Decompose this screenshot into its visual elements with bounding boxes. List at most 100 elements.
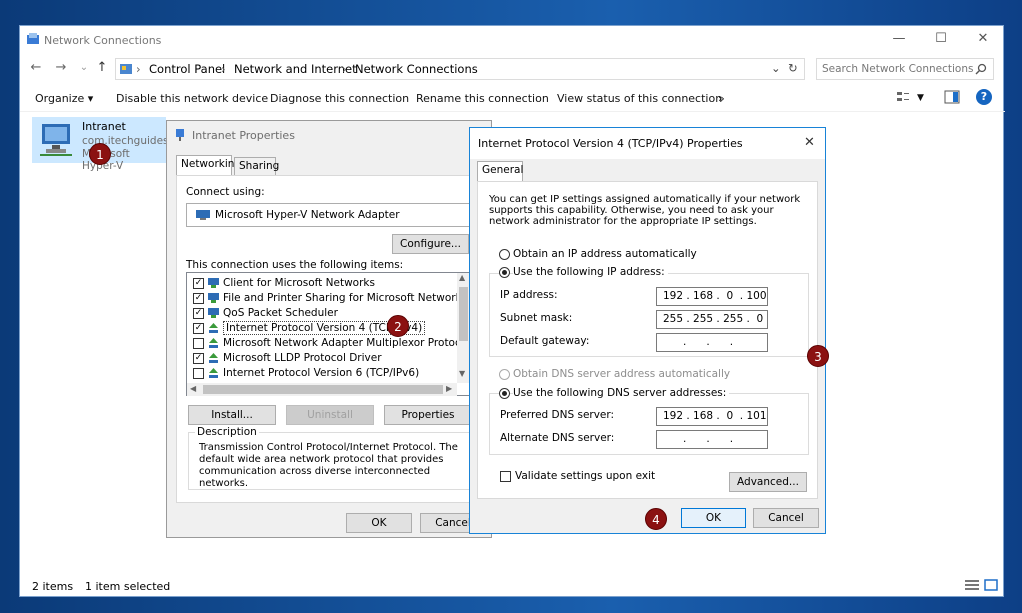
large-icons-view-icon[interactable] — [984, 579, 998, 591]
components-list: ✓ Client for Microsoft Networks ✓ File and… — [186, 272, 470, 396]
cancel-button[interactable]: Cancel — [753, 508, 819, 528]
tab-networking[interactable]: Networking — [176, 155, 241, 175]
checkbox[interactable] — [193, 338, 204, 349]
back-button[interactable]: ← — [28, 60, 44, 76]
advanced-button[interactable]: Advanced... — [729, 472, 807, 492]
install-button[interactable]: Install... — [188, 405, 276, 425]
rename-button[interactable]: Rename this connection — [416, 92, 549, 105]
breadcrumb-separator: › — [221, 62, 226, 76]
step-badge-2: 2 — [387, 315, 409, 337]
auto-ip-radio[interactable] — [499, 249, 510, 260]
ip-address-input[interactable]: 192 . 168 . 0 . 100 — [656, 287, 768, 306]
help-icon[interactable]: ? — [976, 89, 992, 105]
manual-dns-radio[interactable] — [499, 388, 510, 399]
list-item-file-printer-sharing[interactable]: ✓ File and Printer Sharing for Microsoft … — [193, 292, 467, 306]
scroll-down-icon[interactable]: ▼ — [459, 369, 465, 378]
diagnose-button[interactable]: Diagnose this connection — [270, 92, 409, 105]
search-box[interactable]: Search Network Connections — [816, 58, 994, 80]
scroll-left-icon[interactable]: ◀ — [190, 384, 196, 393]
ok-button[interactable]: OK — [681, 508, 746, 528]
horizontal-scrollbar[interactable]: ◀ ▶ — [187, 383, 457, 396]
checkbox[interactable] — [193, 368, 204, 379]
info-text: You can get IP settings assigned automat… — [489, 194, 801, 227]
organize-menu[interactable]: Organize ▾ — [35, 92, 93, 105]
properties-button[interactable]: Properties — [384, 405, 472, 425]
manual-ip-radio[interactable] — [499, 267, 510, 278]
command-bar: Organize ▾ Disable this network device D… — [20, 84, 1005, 112]
scroll-thumb[interactable] — [459, 287, 468, 341]
refresh-icon[interactable]: ↻ — [788, 61, 798, 75]
item-count: 2 items — [32, 580, 74, 593]
preferred-dns-label: Preferred DNS server: — [500, 409, 615, 421]
list-item-ipv6[interactable]: Internet Protocol Version 6 (TCP/IPv6) — [193, 367, 457, 381]
qos-icon — [208, 308, 219, 318]
view-options-chevron-icon[interactable]: ▼ — [917, 93, 924, 103]
status-bar: 2 items 1 item selected — [20, 574, 1005, 598]
general-panel: You can get IP settings assigned automat… — [477, 181, 818, 499]
close-button[interactable]: ✕ — [976, 32, 990, 46]
default-gateway-input[interactable]: . . . — [656, 333, 768, 352]
step-badge-4: 4 — [645, 508, 667, 530]
breadcrumb-network-and-internet[interactable]: Network and Internet — [234, 62, 357, 76]
ok-button[interactable]: OK — [346, 513, 412, 533]
protocol-icon — [209, 323, 218, 333]
connection-name: Intranet — [82, 120, 126, 133]
checkbox[interactable]: ✓ — [193, 278, 204, 289]
auto-dns-radio — [499, 369, 510, 380]
adapter-field: Microsoft Hyper-V Network Adapter — [186, 203, 486, 227]
minimize-button[interactable]: — — [892, 32, 906, 46]
tab-general[interactable]: General — [477, 161, 523, 181]
disable-device-button[interactable]: Disable this network device — [116, 92, 268, 105]
list-item-ipv4[interactable]: ✓ Internet Protocol Version 4 (TCP/IPv4) — [193, 321, 457, 336]
maximize-button[interactable]: ☐ — [934, 32, 948, 46]
adapter-name: Microsoft Hyper-V Network Adapter — [215, 209, 400, 221]
protocol-icon — [209, 353, 218, 363]
tab-sharing[interactable]: Sharing — [234, 157, 279, 176]
ip-address-label: IP address: — [500, 289, 558, 301]
subnet-mask-input[interactable]: 255 . 255 . 255 . 0 — [656, 310, 768, 329]
preferred-dns-input[interactable]: 192 . 168 . 0 . 101 — [656, 407, 768, 426]
checkbox[interactable]: ✓ — [193, 293, 204, 304]
manual-dns-label[interactable]: Use the following DNS server addresses: — [513, 387, 730, 399]
view-status-button[interactable]: View status of this connection — [557, 92, 722, 105]
list-item-client-ms-networks[interactable]: ✓ Client for Microsoft Networks — [193, 277, 457, 291]
breadcrumb-separator: › — [136, 62, 141, 76]
dialog-title: Internet Protocol Version 4 (TCP/IPv4) P… — [478, 137, 743, 150]
details-view-icon[interactable] — [964, 579, 980, 591]
recent-locations-chevron-icon[interactable]: ⌄ — [76, 60, 92, 76]
scroll-up-icon[interactable]: ▲ — [459, 273, 465, 282]
forward-button[interactable]: → — [53, 60, 69, 76]
protocol-icon — [209, 338, 218, 348]
close-icon[interactable]: ✕ — [804, 135, 815, 150]
checkbox[interactable]: ✓ — [193, 323, 204, 334]
more-commands-button[interactable]: » — [718, 92, 725, 105]
preview-pane-icon[interactable] — [944, 90, 960, 104]
items-label: This connection uses the following items… — [186, 259, 404, 271]
list-item-lldp[interactable]: ✓ Microsoft LLDP Protocol Driver — [193, 352, 457, 366]
scroll-right-icon[interactable]: ▶ — [446, 384, 452, 393]
dialog-body: General You can get IP settings assigned… — [470, 159, 825, 533]
alternate-dns-input[interactable]: . . . — [656, 430, 768, 449]
breadcrumb-separator: › — [342, 62, 347, 76]
h-scroll-thumb[interactable] — [203, 385, 443, 394]
step-badge-1: 1 — [89, 143, 111, 165]
checkbox[interactable]: ✓ — [193, 308, 204, 319]
navigation-bar: ← → ⌄ ↑ › Control Panel › Network and In… — [20, 56, 1005, 82]
step-badge-3: 3 — [807, 345, 829, 367]
manual-ip-label[interactable]: Use the following IP address: — [513, 266, 668, 278]
up-button[interactable]: ↑ — [94, 60, 110, 76]
list-item-multiplexor[interactable]: Microsoft Network Adapter Multiplexor Pr… — [193, 337, 470, 351]
checkbox[interactable]: ✓ — [193, 353, 204, 364]
configure-button[interactable]: Configure... — [392, 234, 469, 254]
breadcrumb-control-panel[interactable]: Control Panel — [149, 62, 225, 76]
validate-label[interactable]: Validate settings upon exit — [515, 470, 655, 482]
address-bar[interactable]: › Control Panel › Network and Internet ›… — [115, 58, 805, 80]
change-view-icon[interactable] — [896, 90, 910, 104]
address-dropdown-icon[interactable]: ⌄ — [771, 61, 781, 75]
network-properties-icon — [176, 129, 184, 141]
validate-checkbox[interactable] — [500, 471, 511, 482]
list-item-qos-scheduler[interactable]: ✓ QoS Packet Scheduler — [193, 307, 457, 321]
auto-ip-label[interactable]: Obtain an IP address automatically — [513, 248, 697, 260]
breadcrumb-network-connections[interactable]: Network Connections — [355, 62, 478, 76]
subnet-mask-label: Subnet mask: — [500, 312, 573, 324]
